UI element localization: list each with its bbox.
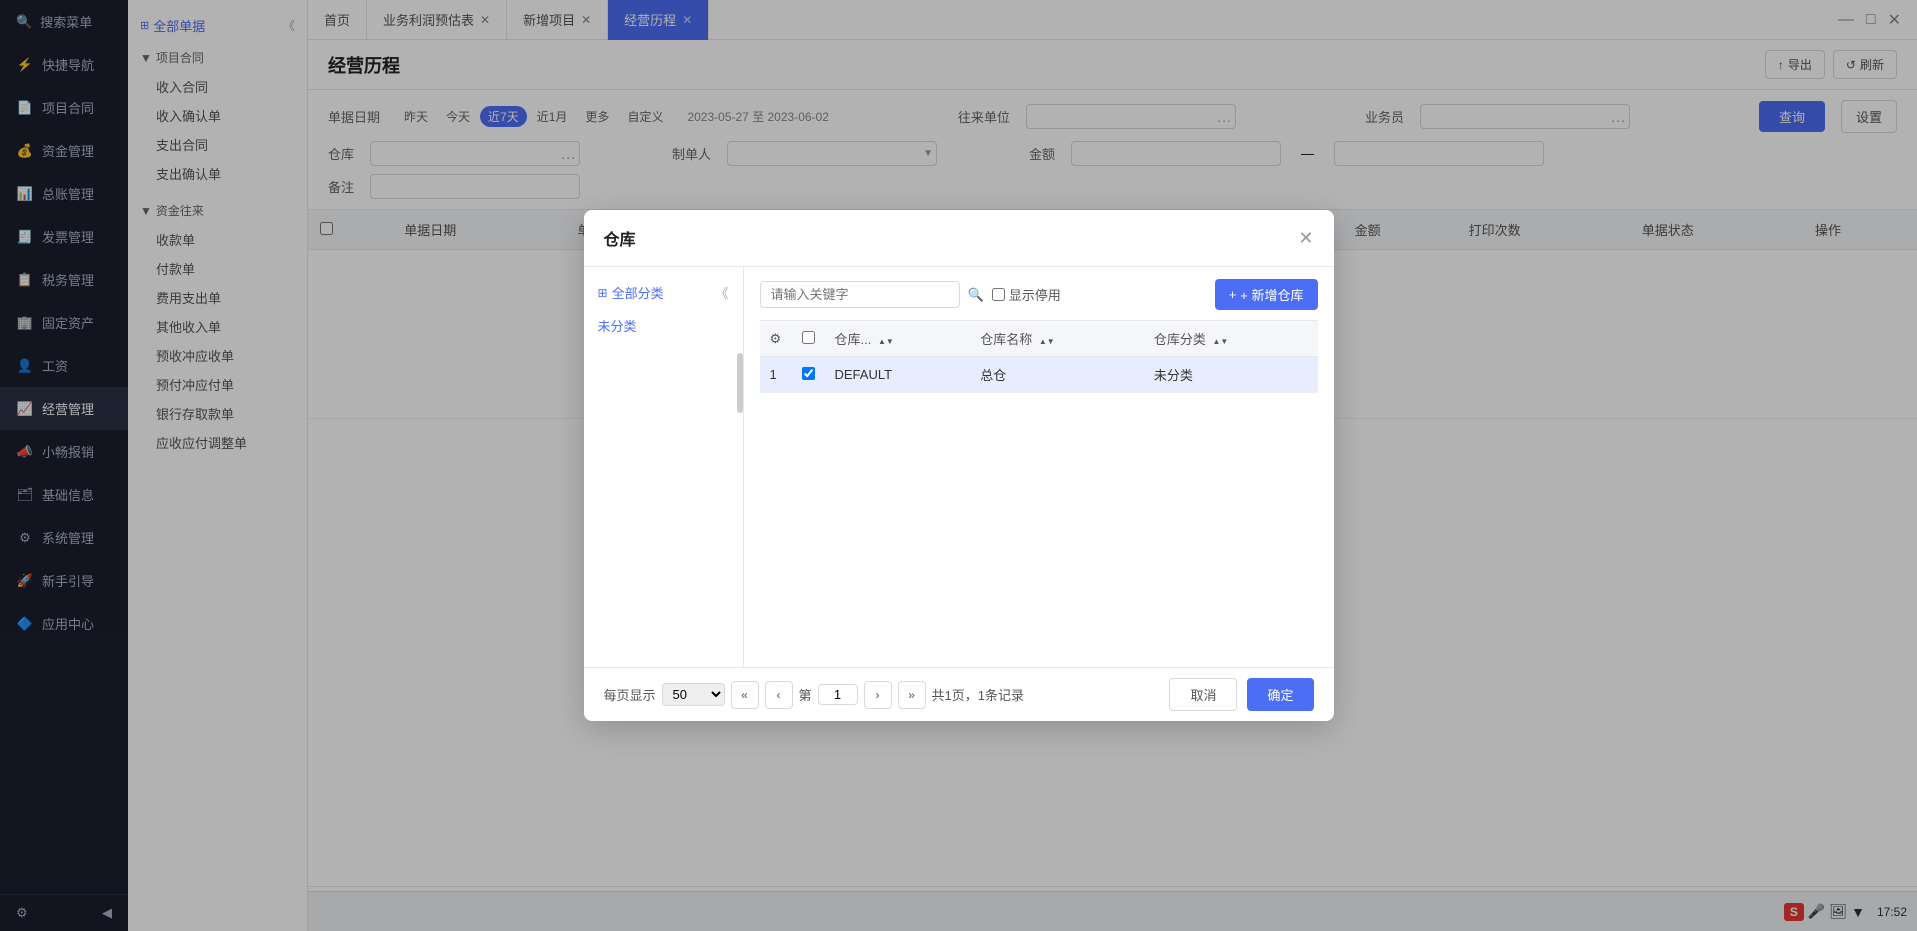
modal-footer-btns: 取消 确定 [1169,678,1313,711]
modal-overlay: 仓库 ✕ ⊞ 全部分类 《 未分类 [0,0,1917,931]
modal-next-page[interactable]: › [864,681,892,709]
add-warehouse-btn[interactable]: + + 新增仓库 [1215,279,1318,310]
cancel-button[interactable]: 取消 [1169,678,1237,711]
row-category: 未分类 [1144,357,1318,393]
modal-header: 仓库 ✕ [584,210,1334,267]
modal-col-settings[interactable]: ⚙ [760,321,792,357]
modal-per-page-select[interactable]: 50 [662,683,725,706]
modal-title: 仓库 [604,226,636,250]
show-disabled-label: 显示停用 [992,285,1061,304]
modal-search-input[interactable] [760,281,960,308]
modal-search-wrap: 🔍 显示停用 [760,281,1061,308]
modal-col-code: 仓库... ▲▼ [825,321,971,357]
modal-sidebar: ⊞ 全部分类 《 未分类 [584,267,744,667]
row-id: 1 [760,357,792,393]
modal-footer-pagination: 每页显示 50 « ‹ 第 › » 共1页，1条记录 [604,681,1025,709]
modal-table-row-1[interactable]: 1 DEFAULT 总仓 未分类 [760,357,1318,393]
modal-sidebar-scroll [584,343,743,657]
modal-page-input[interactable] [818,684,858,705]
modal-toolbar: 🔍 显示停用 + + 新增仓库 [760,279,1318,310]
modal-select-all[interactable] [802,331,815,344]
modal-table-header: ⚙ 仓库... ▲▼ 仓库名称 ▲▼ 仓库分类 [760,321,1318,357]
modal-prev-page[interactable]: ‹ [765,681,793,709]
sort-name[interactable]: ▲▼ [1039,338,1055,346]
modal-search-icon[interactable]: 🔍 [968,287,984,303]
scrollbar-thumb[interactable] [737,353,743,413]
sort-code[interactable]: ▲▼ [878,338,894,346]
collapse-modal-sidebar-btn[interactable]: 《 [715,283,728,302]
modal-sidebar-uncategorized[interactable]: 未分类 [584,308,743,343]
modal-per-page-label: 每页显示 [604,685,656,704]
modal-sidebar-header: ⊞ 全部分类 《 [584,277,743,308]
modal-close-btn[interactable]: ✕ [1298,228,1313,249]
row-name: 总仓 [970,357,1144,393]
warehouse-modal: 仓库 ✕ ⊞ 全部分类 《 未分类 [584,210,1334,721]
modal-footer: 每页显示 50 « ‹ 第 › » 共1页，1条记录 取消 确定 [584,667,1334,721]
confirm-button[interactable]: 确定 [1247,678,1313,711]
grid-icon: ⊞ [598,286,608,300]
modal-col-name: 仓库名称 ▲▼ [970,321,1144,357]
modal-total-label: 共1页，1条记录 [932,685,1024,704]
modal-page-label: 第 [799,685,812,704]
modal-table: ⚙ 仓库... ▲▼ 仓库名称 ▲▼ 仓库分类 [760,320,1318,393]
modal-col-category: 仓库分类 ▲▼ [1144,321,1318,357]
row-code: DEFAULT [825,357,971,393]
show-disabled-checkbox[interactable] [992,288,1005,301]
row-select-1[interactable] [802,367,815,380]
all-category[interactable]: ⊞ 全部分类 [598,283,664,302]
row-checkbox[interactable] [792,357,825,393]
plus-icon: + [1229,287,1237,302]
modal-last-page[interactable]: » [898,681,926,709]
modal-first-page[interactable]: « [731,681,759,709]
sort-category[interactable]: ▲▼ [1213,338,1229,346]
modal-body: ⊞ 全部分类 《 未分类 🔍 [584,267,1334,667]
modal-main-content: 🔍 显示停用 + + 新增仓库 ⚙ [744,267,1334,667]
modal-col-checkbox[interactable] [792,321,825,357]
